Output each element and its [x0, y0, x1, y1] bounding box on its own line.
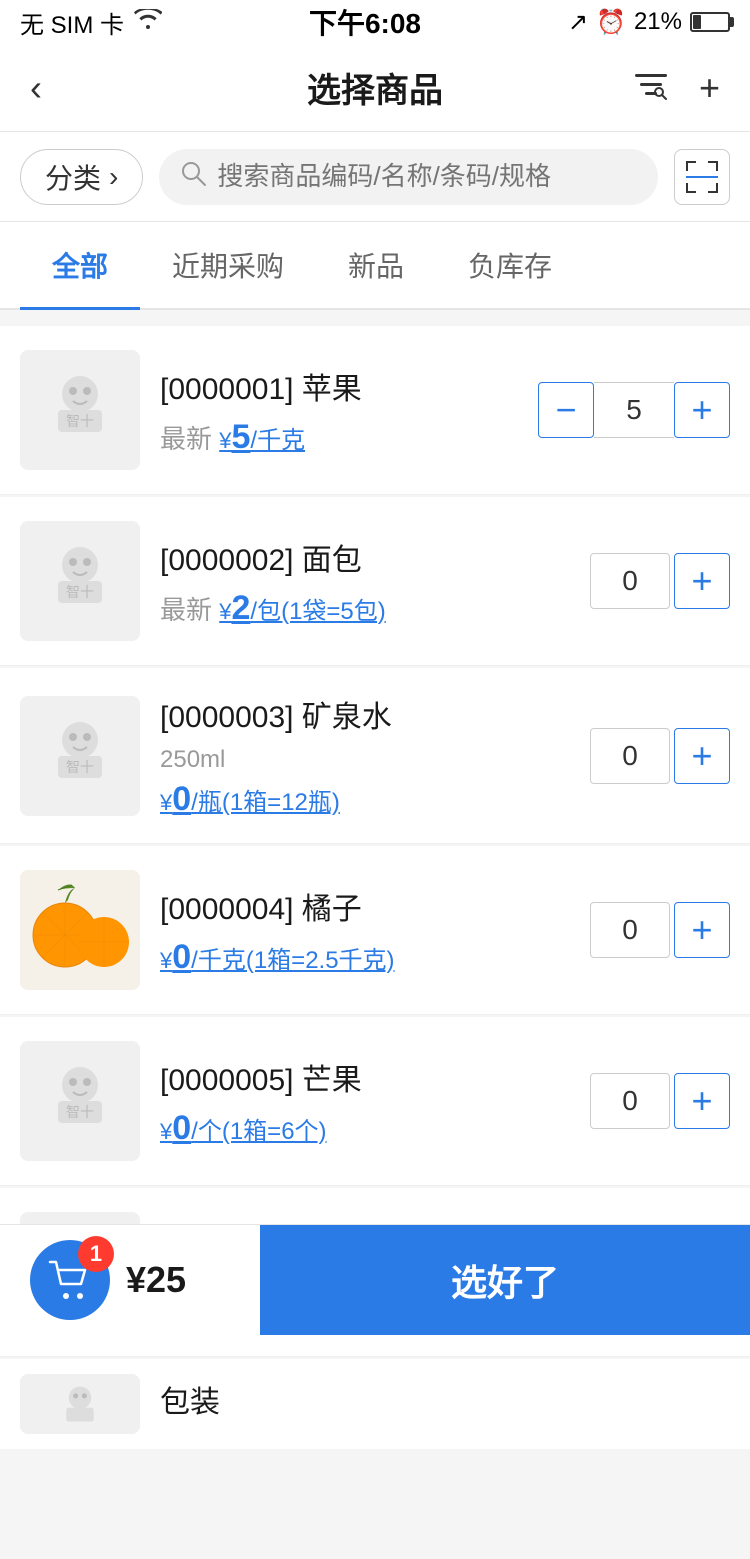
product-spec: 250ml: [160, 746, 590, 774]
product-name: [0000005] 芒果: [160, 1055, 590, 1099]
orange-image: [20, 870, 140, 990]
tab-negative-stock[interactable]: 负库存: [436, 222, 584, 310]
location-icon: ↗: [568, 8, 588, 37]
product-image: [20, 1374, 140, 1434]
list-item: 智十 [0000001] 苹果 最新 ¥5/千克 − +: [0, 326, 750, 495]
nav-right: +: [633, 67, 720, 109]
svg-text:智十: 智十: [66, 759, 94, 775]
quantity-input[interactable]: [590, 728, 670, 784]
product-name: [0000004] 橘子: [160, 884, 590, 928]
nav-left: ‹: [30, 67, 42, 109]
tab-recent[interactable]: 近期采购: [140, 222, 316, 310]
no-sim-text: 无 SIM 卡: [20, 5, 124, 40]
quantity-control: +: [590, 728, 730, 784]
page-title: 选择商品: [307, 63, 443, 112]
product-price: ¥0/千克(1箱=2.5千克): [160, 938, 590, 977]
product-info: [0000001] 苹果 最新 ¥5/千克: [160, 364, 538, 457]
filter-bar: 分类 ›: [0, 132, 750, 222]
quantity-control: − +: [538, 382, 730, 438]
list-item: [0000004] 橘子 ¥0/千克(1箱=2.5千克) +: [0, 846, 750, 1015]
quantity-input[interactable]: [590, 1073, 670, 1129]
wifi-icon: [134, 8, 162, 36]
increase-button[interactable]: +: [674, 1073, 730, 1129]
product-name: [0000003] 矿泉水: [160, 692, 590, 736]
status-time: 下午6:08: [309, 2, 421, 42]
tab-all[interactable]: 全部: [20, 222, 140, 310]
product-info: [0000002] 面包 最新 ¥2/包(1袋=5包): [160, 535, 590, 628]
quantity-control: +: [590, 1073, 730, 1129]
product-image: [20, 870, 140, 990]
nav-bar: ‹ 选择商品 +: [0, 44, 750, 132]
tab-bar: 全部 近期采购 新品 负库存: [0, 222, 750, 310]
search-box: [159, 149, 658, 205]
search-input[interactable]: [217, 161, 638, 192]
battery-icon: [690, 12, 730, 32]
list-item: 智十 [0000002] 面包 最新 ¥2/包(1袋=5包) +: [0, 497, 750, 666]
battery-percent: 21%: [634, 8, 682, 36]
product-image: 智十: [20, 350, 140, 470]
filter-icon[interactable]: [633, 67, 669, 109]
list-item: 智十 [0000003] 矿泉水 250ml ¥0/瓶(1箱=12瓶) +: [0, 668, 750, 844]
product-placeholder-icon: 智十: [40, 535, 120, 627]
product-name: [0000002] 面包: [160, 535, 590, 579]
increase-button[interactable]: +: [674, 902, 730, 958]
nav-bar-container: ‹ 选择商品 +: [0, 44, 750, 132]
product-info-partial: 包装: [160, 1377, 730, 1431]
list-item-partial: 包装: [0, 1359, 750, 1449]
quantity-input[interactable]: [594, 382, 674, 438]
add-button[interactable]: +: [699, 67, 720, 109]
cart-badge: 1: [78, 1236, 114, 1272]
product-price: 最新 ¥5/千克: [160, 418, 538, 457]
quantity-control: +: [590, 553, 730, 609]
category-button[interactable]: 分类 ›: [20, 149, 143, 205]
increase-button[interactable]: +: [674, 382, 730, 438]
confirm-button[interactable]: 选好了: [260, 1225, 750, 1335]
quantity-input[interactable]: [590, 553, 670, 609]
product-image: 智十: [20, 1041, 140, 1161]
product-placeholder-icon: 智十: [40, 710, 120, 802]
svg-text:智十: 智十: [66, 1104, 94, 1120]
product-name: [0000001] 苹果: [160, 364, 538, 408]
product-name-partial: 包装: [160, 1377, 730, 1421]
scan-button[interactable]: [674, 149, 730, 205]
svg-text:智十: 智十: [66, 584, 94, 600]
search-icon: [179, 159, 207, 194]
status-left: 无 SIM 卡: [20, 5, 162, 40]
cart-total: ¥25: [126, 1259, 186, 1301]
product-price: 最新 ¥2/包(1袋=5包): [160, 589, 590, 628]
quantity-control: +: [590, 902, 730, 958]
category-label: 分类: [45, 157, 101, 197]
bottom-bar: 1 ¥25 选好了: [0, 1224, 750, 1334]
back-button[interactable]: ‹: [30, 67, 42, 109]
cart-icon-button[interactable]: 1: [30, 1240, 110, 1320]
alarm-icon: ⏰: [596, 8, 626, 37]
quantity-input[interactable]: [590, 902, 670, 958]
category-arrow: ›: [109, 161, 118, 193]
product-info: [0000004] 橘子 ¥0/千克(1箱=2.5千克): [160, 884, 590, 977]
product-info: [0000005] 芒果 ¥0/个(1箱=6个): [160, 1055, 590, 1148]
product-placeholder-icon: 智十: [40, 1055, 120, 1147]
status-bar: 无 SIM 卡 下午6:08 ↗ ⏰ 21%: [0, 0, 750, 44]
product-price: ¥0/瓶(1箱=12瓶): [160, 780, 590, 819]
product-placeholder-icon: 智十: [40, 364, 120, 456]
cart-area: 1 ¥25: [0, 1240, 260, 1320]
svg-text:智十: 智十: [66, 413, 94, 429]
product-image: 智十: [20, 696, 140, 816]
increase-button[interactable]: +: [674, 553, 730, 609]
product-image: 智十: [20, 521, 140, 641]
product-info: [0000003] 矿泉水 250ml ¥0/瓶(1箱=12瓶): [160, 692, 590, 819]
tab-new[interactable]: 新品: [316, 222, 436, 310]
decrease-button[interactable]: −: [538, 382, 594, 438]
status-right: ↗ ⏰ 21%: [568, 8, 730, 37]
product-price: ¥0/个(1箱=6个): [160, 1109, 590, 1148]
increase-button[interactable]: +: [674, 728, 730, 784]
list-item: 智十 [0000005] 芒果 ¥0/个(1箱=6个) +: [0, 1017, 750, 1186]
